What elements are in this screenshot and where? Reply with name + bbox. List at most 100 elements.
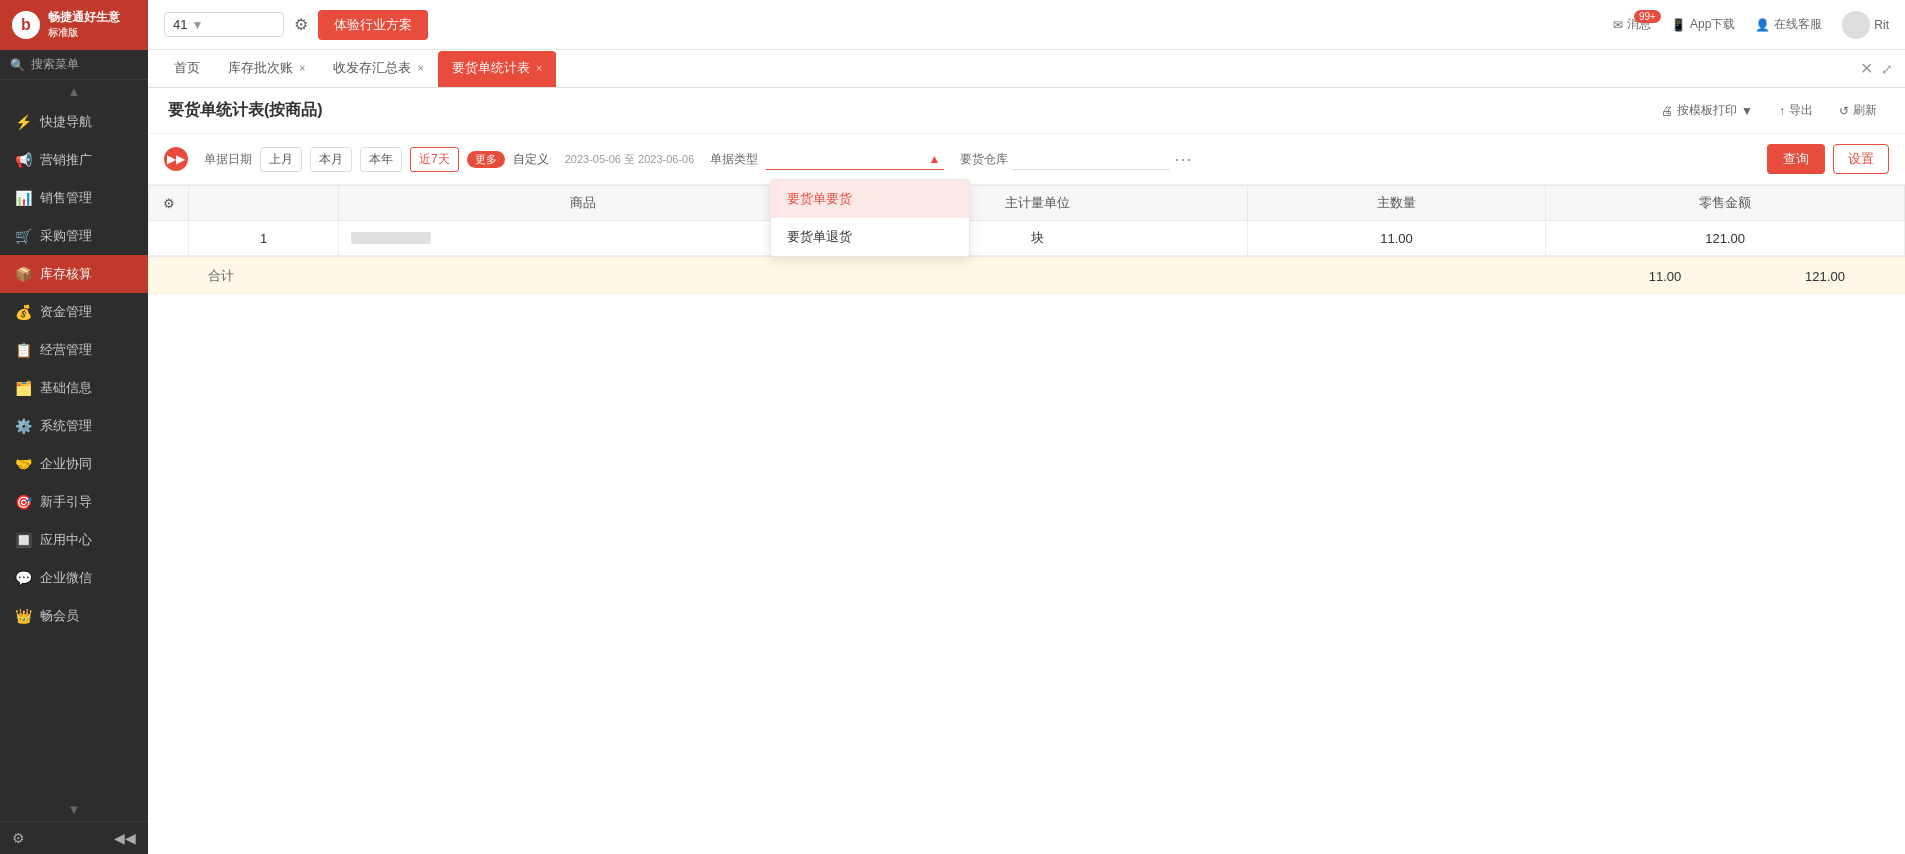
page-inner: 要货单统计表(按商品) 🖨 按模板打印 ▼ ↑ 导出 ↺ 刷新 [148, 88, 1905, 854]
type-select-input[interactable] [766, 149, 944, 170]
date-custom-btn[interactable]: 自定义 [513, 151, 549, 168]
topbar: 41 ▼ ⚙ 体验行业方案 ✉ 消息 99+ 📱 App下载 👤 在线客服 R [148, 0, 1905, 50]
date-filter-group: 单据日期 上月 本月 本年 近7天 更多 自定义 2023-05-06 至 20… [204, 147, 694, 172]
basic-icon: 🗂️ [14, 380, 32, 396]
tabs-actions: ✕ ⤢ [1860, 59, 1893, 78]
settings-icon: ⚙ [163, 196, 175, 211]
tab-order-stats-close[interactable]: × [536, 62, 542, 74]
sales-icon: 📊 [14, 190, 32, 206]
app-download-btn[interactable]: 📱 App下载 [1671, 16, 1735, 33]
collapse-icon[interactable]: ◀◀ [114, 830, 136, 846]
messages-btn[interactable]: ✉ 消息 99+ [1613, 16, 1651, 33]
tabs-close-all-btn[interactable]: ✕ [1860, 59, 1873, 78]
refresh-label: 刷新 [1853, 102, 1877, 119]
tab-batch-account[interactable]: 库存批次账 × [214, 51, 319, 87]
settings-icon[interactable]: ⚙ [12, 830, 25, 846]
inventory-icon: 📦 [14, 266, 32, 282]
user-menu[interactable]: Rit [1842, 11, 1889, 39]
sidebar-item-system[interactable]: ⚙️ 系统管理 [0, 407, 148, 445]
avatar [1842, 11, 1870, 39]
row-no-cell: 1 [189, 221, 339, 256]
type-select-wrapper: ▲ [766, 149, 944, 170]
sidebar-item-purchase[interactable]: 🛒 采购管理 [0, 217, 148, 255]
trial-btn[interactable]: 体验行业方案 [318, 10, 428, 40]
print-icon: 🖨 [1661, 104, 1673, 118]
page-content: 要货单统计表(按商品) 🖨 按模板打印 ▼ ↑ 导出 ↺ 刷新 [148, 88, 1905, 854]
main-area: 41 ▼ ⚙ 体验行业方案 ✉ 消息 99+ 📱 App下载 👤 在线客服 R [148, 0, 1905, 854]
sidebar-item-wechat[interactable]: 💬 企业微信 [0, 559, 148, 597]
sidebar-item-apps[interactable]: 🔲 应用中心 [0, 521, 148, 559]
tab-receive-summary-close[interactable]: × [417, 62, 423, 74]
sidebar-item-quick-nav[interactable]: ⚡ 快捷导航 [0, 103, 148, 141]
settings-btn[interactable]: 设置 [1833, 144, 1889, 174]
service-icon: 👤 [1755, 18, 1770, 32]
wechat-icon: 💬 [14, 570, 32, 586]
tab-batch-account-close[interactable]: × [299, 62, 305, 74]
footer-label: 合计 [208, 267, 234, 285]
warehouse-filter-label: 要货仓库 [960, 151, 1008, 168]
sidebar-item-label: 库存核算 [40, 265, 92, 283]
sidebar-item-sales[interactable]: 📊 销售管理 [0, 179, 148, 217]
date-btn-last-month[interactable]: 上月 [260, 147, 302, 172]
filter-toggle-btn[interactable]: ▶▶ [164, 147, 188, 171]
online-service-btn[interactable]: 👤 在线客服 [1755, 16, 1822, 33]
page-header: 要货单统计表(按商品) 🖨 按模板打印 ▼ ↑ 导出 ↺ 刷新 [148, 88, 1905, 133]
sidebar-item-inventory[interactable]: 📦 库存核算 [0, 255, 148, 293]
warehouse-input[interactable] [1012, 149, 1170, 170]
export-icon: ↑ [1779, 104, 1785, 118]
sidebar-item-enterprise[interactable]: 🤝 企业协同 [0, 445, 148, 483]
page-title: 要货单统计表(按商品) [168, 100, 323, 121]
tab-order-stats[interactable]: 要货单统计表 × [438, 51, 556, 87]
tabs-bar: 首页 库存批次账 × 收发存汇总表 × 要货单统计表 × ✕ ⤢ [148, 50, 1905, 88]
date-btn-this-year[interactable]: 本年 [360, 147, 402, 172]
data-table: ⚙ 商品 主计量单位 主数量 零售金额 1 [148, 185, 1905, 256]
page-header-actions: 🖨 按模板打印 ▼ ↑ 导出 ↺ 刷新 [1653, 98, 1885, 123]
col-settings-header[interactable]: ⚙ [149, 186, 189, 221]
online-service-label: 在线客服 [1774, 16, 1822, 33]
sidebar-bottom: ⚙ ◀◀ [0, 821, 148, 854]
sidebar-item-operations[interactable]: 📋 经营管理 [0, 331, 148, 369]
tabs-expand-btn[interactable]: ⤢ [1881, 61, 1893, 77]
row-amount-cell: 121.00 [1546, 221, 1905, 256]
sidebar-scroll-down[interactable]: ▼ [0, 798, 148, 821]
topbar-settings-icon[interactable]: ⚙ [294, 15, 308, 34]
warehouse-more-icon[interactable]: ⋯ [1174, 148, 1192, 170]
tab-home[interactable]: 首页 [160, 51, 214, 87]
refresh-btn[interactable]: ↺ 刷新 [1831, 98, 1885, 123]
marketing-icon: 📢 [14, 152, 32, 168]
topbar-right: ✉ 消息 99+ 📱 App下载 👤 在线客服 Rit [1613, 11, 1889, 39]
quick-nav-icon: ⚡ [14, 114, 32, 130]
sidebar-item-basic[interactable]: 🗂️ 基础信息 [0, 369, 148, 407]
company-selector[interactable]: 41 ▼ [164, 12, 284, 37]
purchase-icon: 🛒 [14, 228, 32, 244]
sidebar-search[interactable]: 🔍 搜索菜单 [0, 50, 148, 80]
sidebar-item-label: 基础信息 [40, 379, 92, 397]
enterprise-icon: 🤝 [14, 456, 32, 472]
operations-icon: 📋 [14, 342, 32, 358]
sidebar-item-label: 营销推广 [40, 151, 92, 169]
date-more-tag[interactable]: 更多 [467, 151, 505, 168]
table-row: 1 块 11.00 121.00 [149, 221, 1905, 256]
footer-quantity: 11.00 [1605, 269, 1725, 284]
print-btn[interactable]: 🖨 按模板打印 ▼ [1653, 98, 1761, 123]
tab-batch-account-label: 库存批次账 [228, 59, 293, 77]
sidebar-item-label: 经营管理 [40, 341, 92, 359]
print-chevron-icon: ▼ [1741, 104, 1753, 118]
refresh-icon: ↺ [1839, 104, 1849, 118]
sidebar-item-label: 企业微信 [40, 569, 92, 587]
tab-receive-summary[interactable]: 收发存汇总表 × [319, 51, 437, 87]
sidebar-scroll-up[interactable]: ▲ [0, 80, 148, 103]
phone-icon: 📱 [1671, 18, 1686, 32]
sidebar-item-finance[interactable]: 💰 资金管理 [0, 293, 148, 331]
dropdown-item-order-goods[interactable]: 要货单要货 [771, 180, 969, 218]
query-btn[interactable]: 查询 [1767, 144, 1825, 174]
date-btn-this-month[interactable]: 本月 [310, 147, 352, 172]
date-filter-label: 单据日期 [204, 151, 252, 168]
sidebar-item-marketing[interactable]: 📢 营销推广 [0, 141, 148, 179]
sidebar-item-guide[interactable]: 🎯 新手引导 [0, 483, 148, 521]
dropdown-item-order-return[interactable]: 要货单退货 [771, 218, 969, 256]
date-btn-7days[interactable]: 近7天 [410, 147, 459, 172]
sidebar-item-member[interactable]: 👑 畅会员 [0, 597, 148, 635]
export-btn[interactable]: ↑ 导出 [1771, 98, 1821, 123]
sidebar-item-label: 应用中心 [40, 531, 92, 549]
